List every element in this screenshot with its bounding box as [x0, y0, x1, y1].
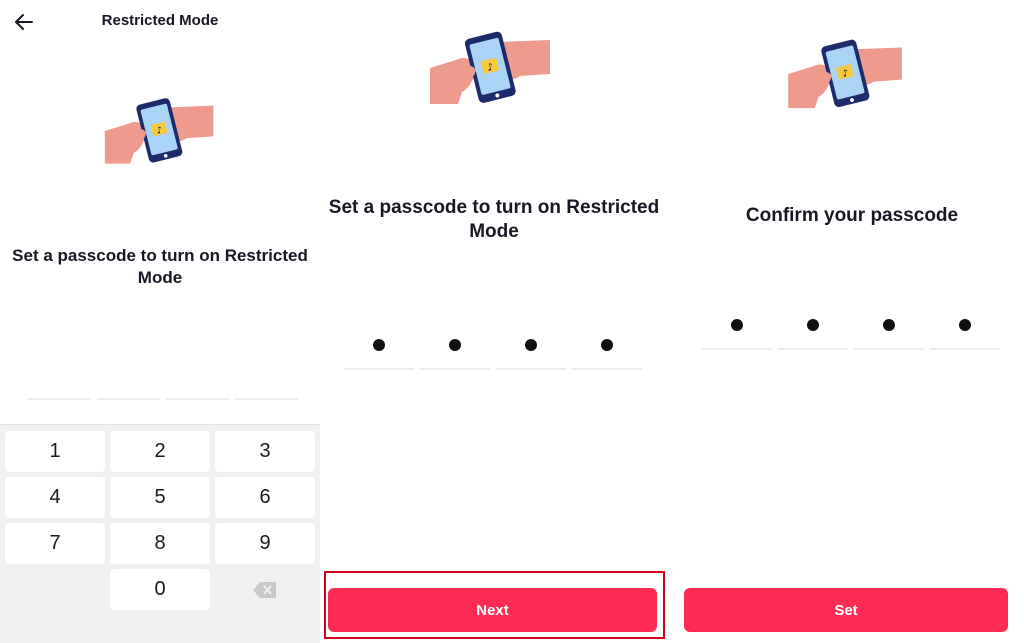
passcode-input[interactable]	[702, 302, 1006, 350]
passcode-slot	[166, 352, 229, 400]
key-0[interactable]: 0	[110, 569, 210, 610]
passcode-slot	[344, 322, 414, 370]
numeric-keypad: 1 2 3 4 5 6 7 8 9 0	[0, 424, 320, 643]
passcode-slot	[930, 302, 1000, 350]
key-blank	[5, 569, 105, 610]
key-5[interactable]: 5	[110, 477, 210, 518]
key-7[interactable]: 7	[5, 523, 105, 564]
key-2[interactable]: 2	[110, 431, 210, 472]
passcode-slot	[702, 302, 772, 350]
filled-dot	[525, 339, 537, 351]
next-button[interactable]: Next	[328, 588, 657, 632]
set-button[interactable]: Set	[684, 588, 1008, 632]
passcode-input[interactable]	[28, 352, 304, 400]
passcode-slot	[854, 302, 924, 350]
passcode-slot	[496, 322, 566, 370]
filled-dot	[601, 339, 613, 351]
restricted-mode-set-passcode-screen: Restricted Mode Set a passcode to turn o…	[0, 0, 320, 643]
passcode-slot	[235, 352, 298, 400]
instruction-heading: Set a passcode to turn on Restricted Mod…	[12, 246, 308, 287]
hands-holding-phone-illustration	[103, 96, 217, 166]
passcode-slot	[778, 302, 848, 350]
filled-dot	[449, 339, 461, 351]
set-passcode-filled-screen: Set a passcode to turn on Restricted Mod…	[322, 0, 666, 643]
page-title: Restricted Mode	[101, 12, 219, 29]
passcode-slot	[28, 352, 91, 400]
key-8[interactable]: 8	[110, 523, 210, 564]
filled-dot	[959, 319, 971, 331]
instruction-heading: Confirm your passcode	[745, 205, 959, 226]
confirm-passcode-screen: Confirm your passcode Set	[680, 0, 1024, 643]
key-6[interactable]: 6	[215, 477, 315, 518]
backspace-key[interactable]	[215, 569, 315, 610]
key-3[interactable]: 3	[215, 431, 315, 472]
filled-dot	[373, 339, 385, 351]
backspace-icon	[253, 581, 276, 598]
key-1[interactable]: 1	[5, 431, 105, 472]
hands-holding-phone-illustration	[784, 38, 908, 110]
hands-holding-phone-illustration	[428, 30, 554, 106]
key-9[interactable]: 9	[215, 523, 315, 564]
filled-dot	[807, 319, 819, 331]
key-4[interactable]: 4	[5, 477, 105, 518]
passcode-slot	[420, 322, 490, 370]
filled-dot	[731, 319, 743, 331]
filled-dot	[883, 319, 895, 331]
passcode-slot	[572, 322, 642, 370]
instruction-heading: Set a passcode to turn on Restricted Mod…	[328, 197, 660, 242]
passcode-input[interactable]	[344, 322, 648, 370]
passcode-slot	[97, 352, 160, 400]
